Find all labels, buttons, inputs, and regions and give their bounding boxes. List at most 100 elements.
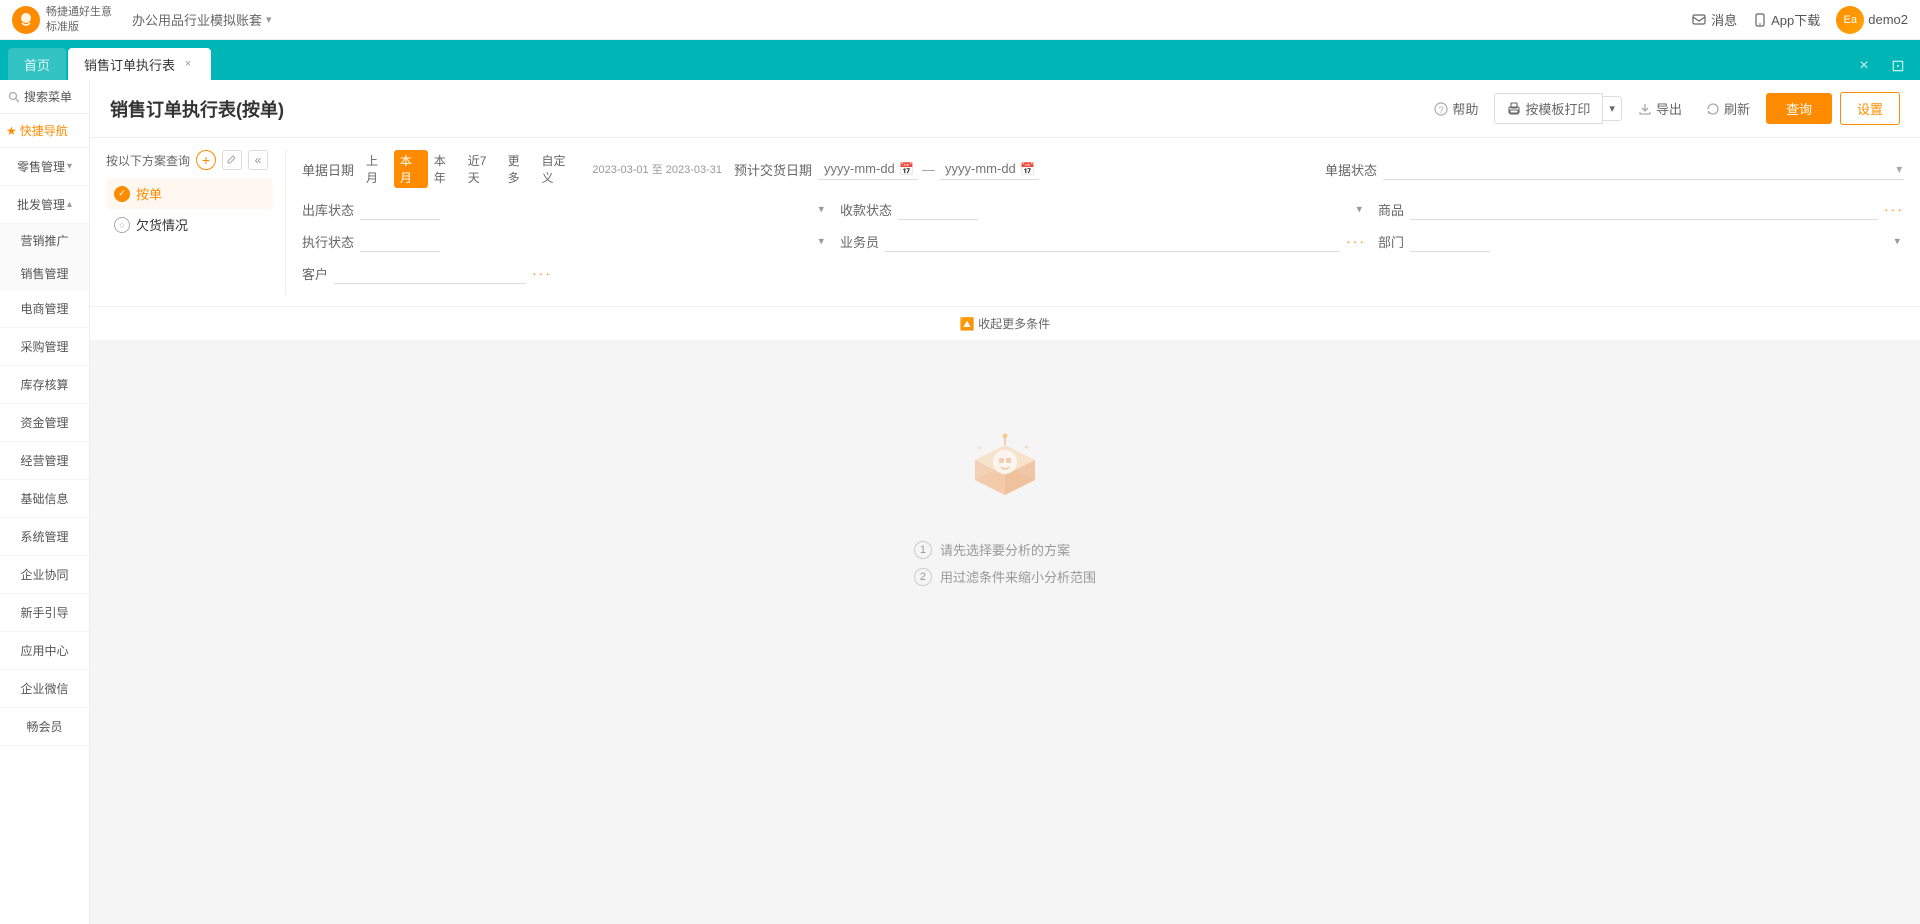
expected-date-from[interactable] <box>818 158 918 180</box>
date-tab-last7days[interactable]: 近7天 <box>462 150 502 188</box>
sidebar-item-retail[interactable]: 零售管理 ▾ <box>0 148 89 186</box>
salesperson-label: 业务员 <box>840 232 879 251</box>
print-icon <box>1507 102 1521 116</box>
customer-input[interactable] <box>334 262 526 284</box>
help-button[interactable]: ? 帮助 <box>1426 95 1486 122</box>
order-status-select-wrapper: ▾ <box>1383 158 1904 180</box>
date-tab-this-year[interactable]: 本年 <box>428 150 462 188</box>
order-status-input[interactable] <box>1383 158 1904 180</box>
logo-icon <box>12 6 40 34</box>
filter-group-execution: 执行状态 <box>302 230 828 252</box>
content-area: 销售订单执行表(按单) ? 帮助 <box>90 80 1920 924</box>
sidebar-item-inventory[interactable]: 库存核算 <box>0 366 89 404</box>
message-button[interactable]: 消息 <box>1691 10 1737 29</box>
filter-group-order-status: 单据状态 ▾ <box>1325 158 1904 180</box>
filter-group-customer: 客户 ··· <box>302 262 552 284</box>
tab-close-icon[interactable]: × <box>181 57 195 71</box>
date-label: 单据日期 <box>302 160 354 179</box>
tab-home[interactable]: 首页 <box>8 48 66 80</box>
sidebar-item-basics[interactable]: 基础信息 <box>0 480 89 518</box>
tab-sales-order[interactable]: 销售订单执行表 × <box>68 48 211 80</box>
salesperson-more-icon[interactable]: ··· <box>1346 233 1366 249</box>
collapse-icon: 🔼 <box>960 317 975 331</box>
scheme-by-debt[interactable]: ○ 欠货情况 <box>106 209 273 240</box>
refresh-icon <box>1706 102 1720 116</box>
step-2-number: 2 <box>914 568 932 586</box>
collapse-bar[interactable]: 🔼 收起更多条件 <box>90 306 1920 340</box>
expected-date-to-wrapper: 📅 <box>939 158 1039 180</box>
filter-group-goods: 商品 ··· <box>1378 198 1904 220</box>
sidebar-item-ecommerce[interactable]: 电商管理 <box>0 290 89 328</box>
top-header: 畅捷通好生意 标准版 办公用品行业模拟账套 ▾ 消息 App下载 Ea <box>0 0 1920 40</box>
edit-scheme-button[interactable] <box>222 150 242 170</box>
collapse-scheme-button[interactable]: « <box>248 150 268 170</box>
expected-date-to[interactable] <box>939 158 1039 180</box>
edit-icon <box>227 155 237 165</box>
filter-row-2: 出库状态 收款状态 <box>302 198 1904 220</box>
customer-label: 客户 <box>302 264 328 283</box>
empty-steps-list: 1 请先选择要分析的方案 2 用过滤条件来缩小分析范围 <box>914 540 1096 594</box>
filter-conditions: 单据日期 上月 本月 本年 近7天 更多 自定义 2023-03-01 至 20… <box>286 150 1904 294</box>
goods-more-icon[interactable]: ··· <box>1884 201 1904 217</box>
expected-date-label: 预计交货日期 <box>734 160 812 179</box>
tab-maximize-button[interactable]: ⊡ <box>1884 52 1912 80</box>
filter-panel: 按以下方案查询 + « ✓ 按单 <box>90 138 1920 340</box>
sidebar-item-vip[interactable]: 畅会员 <box>0 708 89 746</box>
sidebar-item-system[interactable]: 系统管理 <box>0 518 89 556</box>
page-header-actions: ? 帮助 按模板打印 ▾ <box>1426 92 1900 125</box>
filter-group-payment: 收款状态 <box>840 198 1366 220</box>
date-tab-last-month[interactable]: 上月 <box>360 150 394 188</box>
search-button[interactable]: 查询 <box>1766 93 1832 124</box>
goods-input[interactable] <box>1410 198 1878 220</box>
sidebar-item-wholesale[interactable]: 批发管理 ▴ <box>0 186 89 224</box>
sidebar-item-operations[interactable]: 经营管理 <box>0 442 89 480</box>
customer-more-icon[interactable]: ··· <box>532 265 552 281</box>
execution-status-select[interactable] <box>360 230 440 252</box>
breadcrumb[interactable]: 办公用品行业模拟账套 ▾ <box>132 10 272 29</box>
star-icon: ★ <box>6 124 17 138</box>
date-tab-more[interactable]: 更多 <box>502 150 536 188</box>
export-icon <box>1638 102 1652 116</box>
sidebar-item-finance[interactable]: 资金管理 <box>0 404 89 442</box>
search-menu-item[interactable]: 搜索菜单 <box>0 80 89 114</box>
svg-text:?: ? <box>1439 105 1444 115</box>
refresh-button[interactable]: 刷新 <box>1698 95 1758 122</box>
sidebar-item-marketing[interactable]: 营销推广 <box>0 224 89 257</box>
date-filter-tabs: 上月 本月 本年 近7天 更多 自定义 <box>360 150 580 188</box>
sidebar-item-sales[interactable]: 销售管理 <box>0 257 89 290</box>
scheme-by-order[interactable]: ✓ 按单 <box>106 178 273 209</box>
filter-row-1: 单据日期 上月 本月 本年 近7天 更多 自定义 2023-03-01 至 20… <box>302 150 1904 188</box>
page-header: 销售订单执行表(按单) ? 帮助 <box>90 80 1920 138</box>
sidebar-item-purchase[interactable]: 采购管理 <box>0 328 89 366</box>
print-button[interactable]: 按模板打印 <box>1494 93 1603 124</box>
header-left: 畅捷通好生意 标准版 办公用品行业模拟账套 ▾ <box>12 5 272 34</box>
sidebar-item-enterprise[interactable]: 企业协同 <box>0 556 89 594</box>
quick-nav-item[interactable]: ★ 快捷导航 <box>0 114 89 148</box>
user-profile[interactable]: Ea demo2 <box>1836 6 1908 34</box>
department-select-wrapper <box>1410 230 1904 252</box>
sidebar-item-newbie[interactable]: 新手引导 <box>0 594 89 632</box>
add-scheme-button[interactable]: + <box>196 150 216 170</box>
department-select[interactable] <box>1410 230 1490 252</box>
date-range-display: 2023-03-01 至 2023-03-31 <box>592 161 722 177</box>
tab-nav-right: × ⊡ <box>1850 52 1912 80</box>
settings-button[interactable]: 设置 <box>1840 92 1900 125</box>
print-dropdown-button[interactable]: ▾ <box>1603 96 1622 121</box>
date-tab-this-month[interactable]: 本月 <box>394 150 428 188</box>
sidebar-item-wechat[interactable]: 企业微信 <box>0 670 89 708</box>
svg-text:✦: ✦ <box>977 445 982 452</box>
main-layout: 搜索菜单 ★ 快捷导航 零售管理 ▾ 批发管理 ▴ 营销推广 销售管理 电商管理… <box>0 80 1920 924</box>
delivery-status-select[interactable] <box>360 198 440 220</box>
delivery-select-wrapper <box>360 198 828 220</box>
filter-group-expected-date: 预计交货日期 📅 — 📅 <box>734 158 1313 180</box>
payment-status-select[interactable] <box>898 198 978 220</box>
breadcrumb-text: 办公用品行业模拟账套 <box>132 10 262 29</box>
export-button[interactable]: 导出 <box>1630 95 1690 122</box>
step-1-number: 1 <box>914 541 932 559</box>
payment-select-wrapper <box>898 198 1366 220</box>
tab-minimize-button[interactable]: × <box>1850 52 1878 80</box>
salesperson-input[interactable] <box>885 230 1340 252</box>
sidebar-item-apps[interactable]: 应用中心 <box>0 632 89 670</box>
date-tab-custom[interactable]: 自定义 <box>536 150 581 188</box>
app-download-button[interactable]: App下载 <box>1753 10 1820 29</box>
